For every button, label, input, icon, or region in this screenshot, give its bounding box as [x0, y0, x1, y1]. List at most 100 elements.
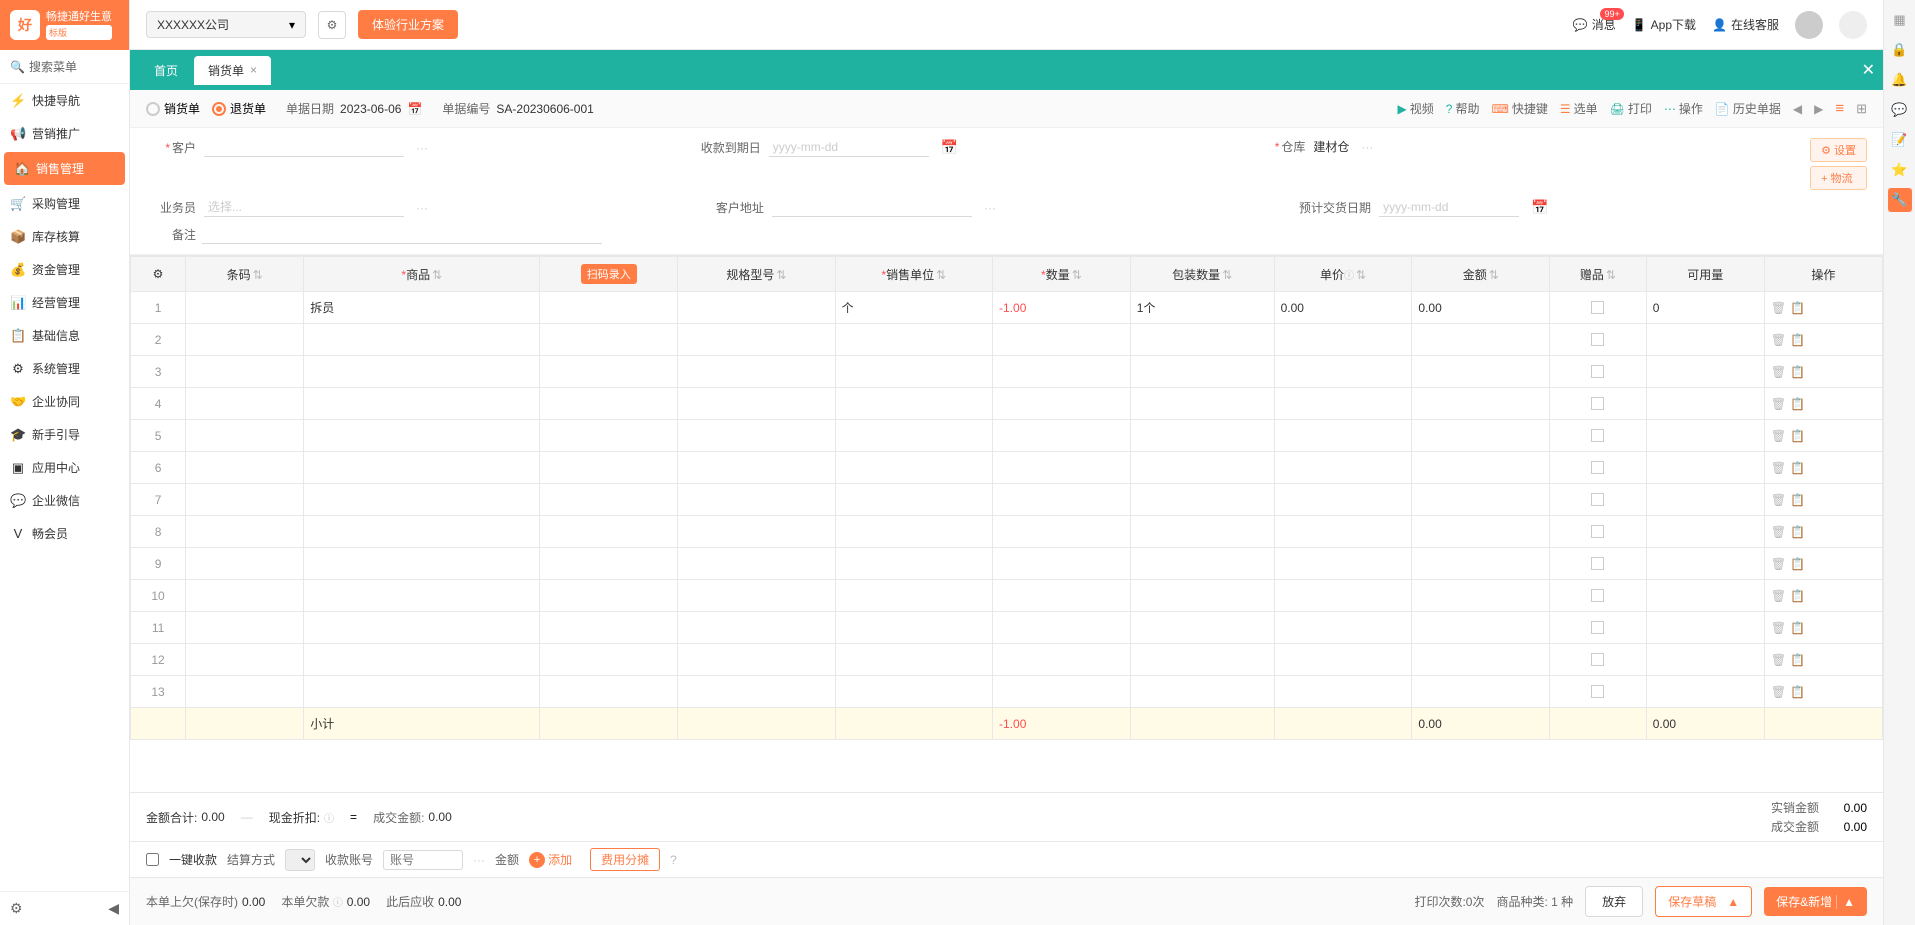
sidebar-item-guide[interactable]: 🎓 新手引导 — [0, 418, 129, 451]
delete-icon[interactable]: 🗑 — [1771, 685, 1786, 699]
account-input[interactable] — [383, 850, 463, 870]
row-gift[interactable] — [1550, 388, 1647, 420]
row-pkg-qty[interactable]: 1个 — [1130, 292, 1274, 324]
sidebar-item-system[interactable]: ⚙ 系统管理 — [0, 352, 129, 385]
logistics-button[interactable]: + 物流 — [1810, 166, 1867, 190]
sidebar-item-finance[interactable]: 💰 资金管理 — [0, 253, 129, 286]
select-btn[interactable]: ☰ 选单 — [1560, 100, 1598, 117]
video-btn[interactable]: ▶ 视频 — [1398, 100, 1434, 117]
right-panel-icon-4[interactable]: 💬 — [1888, 98, 1912, 122]
save-draft-button[interactable]: 保存草稿 ▲ — [1655, 886, 1752, 917]
history-btn[interactable]: 📄 历史单据 — [1715, 100, 1781, 117]
row-qty[interactable] — [993, 644, 1131, 676]
sidebar-item-appstore[interactable]: ▣ 应用中心 — [0, 451, 129, 484]
row-product[interactable] — [304, 388, 540, 420]
payment-due-cal-icon[interactable]: 📅 — [941, 139, 958, 156]
row-pkg-qty[interactable] — [1130, 580, 1274, 612]
row-unit[interactable] — [835, 420, 992, 452]
row-amount[interactable] — [1412, 420, 1550, 452]
sidebar-item-member[interactable]: V 畅会员 — [0, 517, 129, 550]
row-pkg-qty[interactable] — [1130, 484, 1274, 516]
sidebar-item-ops[interactable]: 📊 经营管理 — [0, 286, 129, 319]
print-btn[interactable]: 🖨 打印 — [1610, 100, 1652, 117]
row-amount[interactable] — [1412, 484, 1550, 516]
copy-icon[interactable]: 📋 — [1790, 461, 1805, 475]
bottom-settings-icon[interactable]: ⚙ — [10, 900, 23, 917]
delete-icon[interactable]: 🗑 — [1771, 621, 1786, 635]
row-gift[interactable] — [1550, 548, 1647, 580]
row-product[interactable] — [304, 676, 540, 708]
col-scan[interactable]: 扫码录入 — [540, 257, 678, 292]
salesperson-input[interactable] — [204, 198, 404, 217]
tab-home[interactable]: 首页 — [138, 54, 194, 87]
row-amount[interactable] — [1412, 516, 1550, 548]
row-pkg-qty[interactable] — [1130, 388, 1274, 420]
row-gift[interactable] — [1550, 324, 1647, 356]
save-new-button[interactable]: 保存&新增 ▲ — [1764, 887, 1867, 916]
row-spec[interactable] — [678, 356, 835, 388]
row-pkg-qty[interactable] — [1130, 420, 1274, 452]
sidebar-item-quick-nav[interactable]: ⚡ 快捷导航 — [0, 84, 129, 117]
row-unit-price[interactable] — [1274, 324, 1412, 356]
row-qty[interactable] — [993, 356, 1131, 388]
warehouse-ellipsis[interactable]: ··· — [1361, 140, 1373, 154]
right-panel-icon-7[interactable]: 🔧 — [1888, 188, 1912, 212]
copy-icon[interactable]: 📋 — [1790, 589, 1805, 603]
row-unit[interactable]: 个 — [835, 292, 992, 324]
row-amount[interactable] — [1412, 356, 1550, 388]
row-pkg-qty[interactable] — [1130, 644, 1274, 676]
row-spec[interactable] — [678, 452, 835, 484]
row-unit-price[interactable] — [1274, 484, 1412, 516]
row-gift[interactable] — [1550, 420, 1647, 452]
right-panel-icon-2[interactable]: 🔒 — [1888, 38, 1912, 62]
row-unit-price[interactable] — [1274, 452, 1412, 484]
right-panel-icon-1[interactable]: ▦ — [1888, 8, 1912, 32]
row-product[interactable] — [304, 324, 540, 356]
row-product[interactable] — [304, 548, 540, 580]
row-gift[interactable] — [1550, 292, 1647, 324]
row-spec[interactable] — [678, 324, 835, 356]
row-barcode[interactable] — [186, 324, 304, 356]
copy-icon[interactable]: 📋 — [1790, 397, 1805, 411]
row-spec[interactable] — [678, 580, 835, 612]
row-product[interactable] — [304, 420, 540, 452]
abandon-button[interactable]: 放弃 — [1585, 886, 1643, 917]
user-avatar[interactable] — [1795, 11, 1823, 39]
row-qty[interactable] — [993, 420, 1131, 452]
row-amount[interactable]: 0.00 — [1412, 292, 1550, 324]
row-barcode[interactable] — [186, 516, 304, 548]
row-unit-price[interactable] — [1274, 644, 1412, 676]
sidebar-item-collab[interactable]: 🤝 企业协同 — [0, 385, 129, 418]
row-barcode[interactable] — [186, 644, 304, 676]
row-gift[interactable] — [1550, 516, 1647, 548]
row-spec[interactable] — [678, 388, 835, 420]
address-ellipsis[interactable]: ··· — [984, 201, 996, 215]
row-gift[interactable] — [1550, 356, 1647, 388]
row-pkg-qty[interactable] — [1130, 516, 1274, 548]
row-unit-price[interactable] — [1274, 420, 1412, 452]
save-new-chevron[interactable]: ▲ — [1836, 895, 1855, 909]
row-unit-price[interactable]: 0.00 — [1274, 292, 1412, 324]
topbar-gear-button[interactable]: ⚙ — [318, 11, 346, 39]
sidebar-item-purchase[interactable]: 🛒 采购管理 — [0, 187, 129, 220]
company-selector[interactable]: XXXXXX公司 ▾ — [146, 11, 306, 38]
row-amount[interactable] — [1412, 324, 1550, 356]
row-product[interactable] — [304, 484, 540, 516]
sidebar-item-basic[interactable]: 📋 基础信息 — [0, 319, 129, 352]
row-spec[interactable] — [678, 548, 835, 580]
row-pkg-qty[interactable] — [1130, 356, 1274, 388]
sidebar-item-sales[interactable]: 🏠 销售管理 — [4, 152, 125, 185]
row-unit-price[interactable] — [1274, 548, 1412, 580]
row-product[interactable] — [304, 452, 540, 484]
row-unit[interactable] — [835, 548, 992, 580]
bottom-collapse-icon[interactable]: ◀ — [108, 900, 119, 917]
copy-icon[interactable]: 📋 — [1790, 557, 1805, 571]
remarks-input[interactable] — [202, 225, 602, 244]
row-gift[interactable] — [1550, 644, 1647, 676]
calendar-icon[interactable]: 📅 — [407, 102, 422, 116]
salesperson-ellipsis[interactable]: ··· — [416, 201, 428, 215]
app-download-button[interactable]: 📱 App下载 — [1632, 16, 1696, 33]
view-grid-icon[interactable]: ⊞ — [1856, 101, 1867, 117]
row-pkg-qty[interactable] — [1130, 676, 1274, 708]
row-qty[interactable]: -1.00 — [993, 292, 1131, 324]
